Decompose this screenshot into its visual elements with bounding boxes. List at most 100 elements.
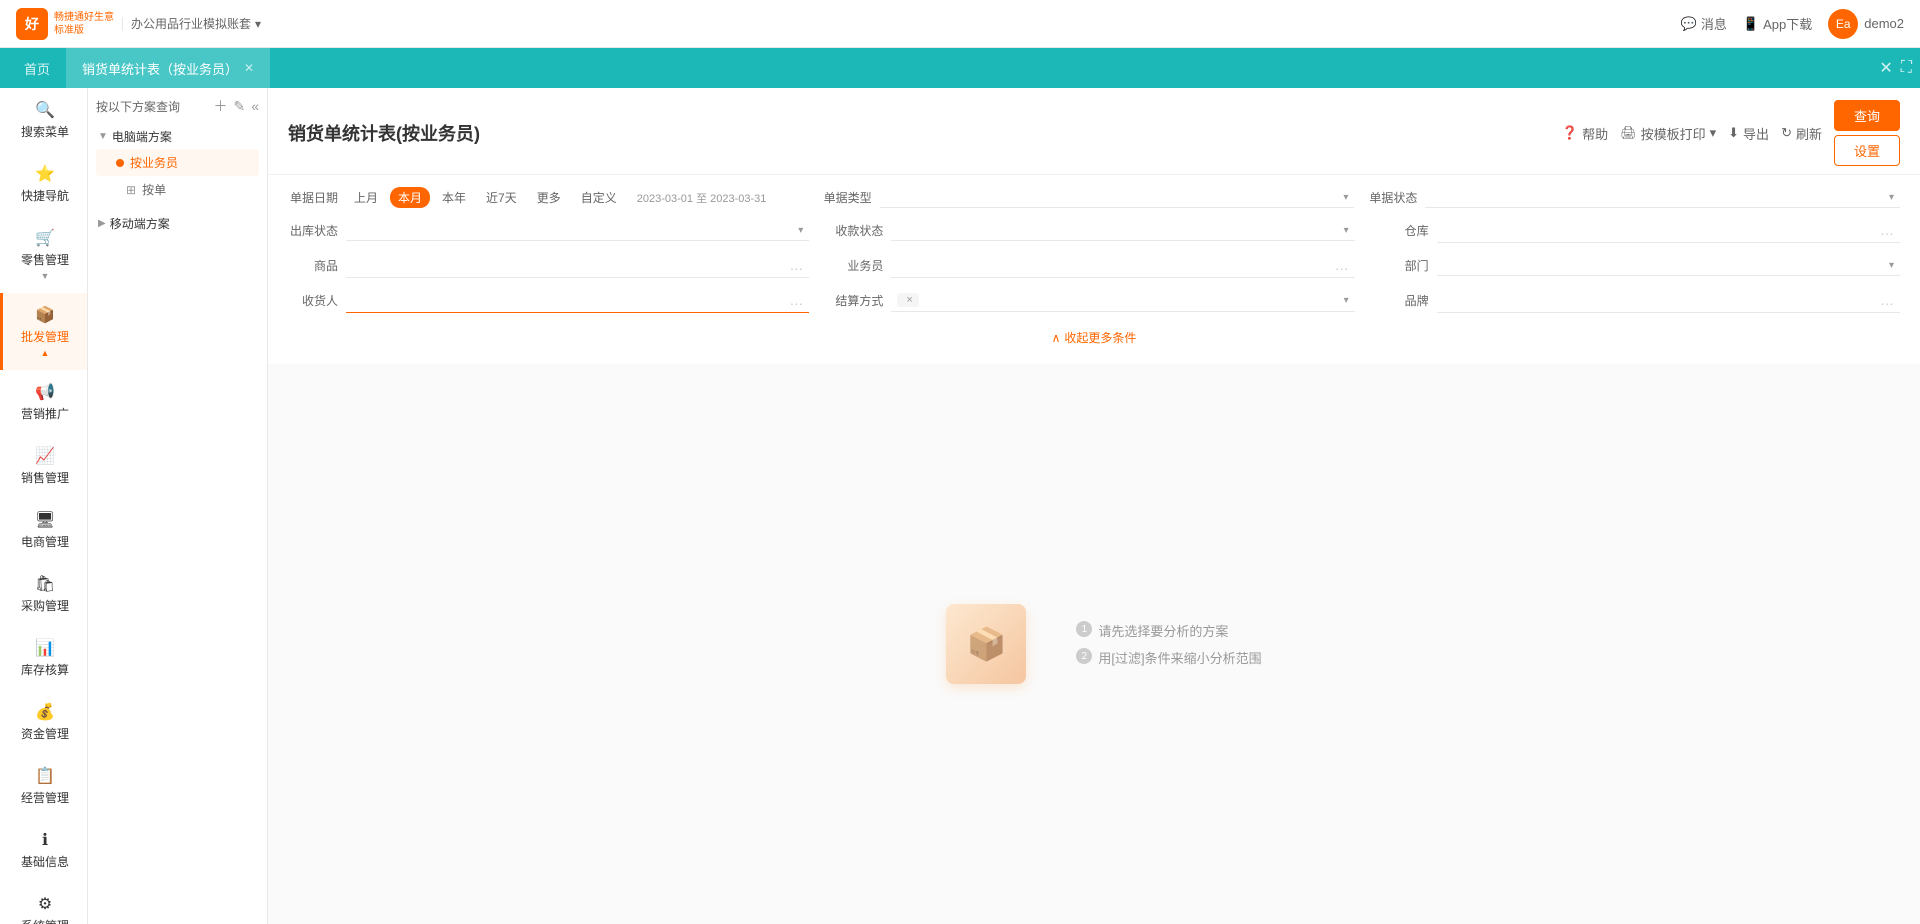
left-panel-actions: ＋ ✎ « <box>213 96 259 116</box>
user-menu[interactable]: Ea demo2 <box>1828 9 1904 39</box>
page-header: 销货单统计表(按业务员) ❓ 帮助 🖨 按模板打印 ▾ ⬇ 导出 <box>268 88 1920 175</box>
scheme-item-by-salesperson[interactable]: 按业务员 <box>96 149 259 176</box>
print-link[interactable]: 🖨 按模板打印 ▾ <box>1620 124 1716 143</box>
sidebar-item-finance[interactable]: 💰 资金管理 <box>0 690 87 754</box>
tab-close-icon[interactable]: ✕ <box>244 61 254 75</box>
collapse-label: 收起更多条件 <box>1064 329 1136 346</box>
help-label: 帮助 <box>1582 124 1608 143</box>
scheme-sub-item-by-order[interactable]: ⊞ 按单 <box>96 176 259 203</box>
print-dropdown-icon[interactable]: ▾ <box>1710 125 1717 141</box>
system-icon: ⚙ <box>38 894 52 914</box>
window-expand-icon[interactable]: ⛶ <box>1901 59 1912 77</box>
export-link[interactable]: ⬇ 导出 <box>1728 124 1769 143</box>
breadcrumb-dropdown-icon[interactable]: ▾ <box>255 17 261 31</box>
goods-dots[interactable]: … <box>789 257 803 273</box>
logo-icon: 好 <box>16 8 48 40</box>
collapse-button[interactable]: ∧ 收起更多条件 <box>1046 323 1143 352</box>
inventory-icon: 📊 <box>35 638 55 658</box>
order-status-select[interactable]: ▾ <box>1425 188 1900 208</box>
top-bar: 好 畅捷通好生意 标准版 办公用品行业模拟账套 ▾ 💬 消息 📱 App下载 E… <box>0 0 1920 48</box>
settings-button[interactable]: 设置 <box>1834 135 1900 166</box>
goods-input[interactable]: … <box>346 253 809 278</box>
date-tab-thismonth[interactable]: 本月 <box>390 187 430 208</box>
settlement-tag-close[interactable]: × <box>906 294 912 306</box>
sidebar-item-ecommerce-label: 电商管理 <box>21 533 69 550</box>
page-actions: ❓ 帮助 🖨 按模板打印 ▾ ⬇ 导出 ↻ 刷新 <box>1562 100 1900 166</box>
date-tab-lastmonth[interactable]: 上月 <box>346 187 386 208</box>
consignee-input[interactable]: … <box>346 288 809 313</box>
tab-report[interactable]: 销货单统计表（按业务员） ✕ <box>66 48 270 88</box>
app-download-link[interactable]: 📱 App下载 <box>1743 14 1812 33</box>
settlement-tag[interactable]: × <box>897 293 918 307</box>
empty-hint-2: 2 用[过滤]条件来缩小分析范围 <box>1076 648 1261 667</box>
brand-dots[interactable]: … <box>1880 292 1894 308</box>
print-icon: 🖨 <box>1620 125 1637 141</box>
settlement-control[interactable]: × ▾ <box>891 289 1354 312</box>
out-status-select[interactable]: ▾ <box>346 221 809 241</box>
date-tab-more[interactable]: 更多 <box>529 187 569 208</box>
warehouse-dots[interactable]: … <box>1880 222 1894 238</box>
message-icon: 💬 <box>1681 16 1697 32</box>
sidebar-item-sales-label: 销售管理 <box>21 469 69 486</box>
collapse-panel-btn[interactable]: « <box>251 98 259 114</box>
sidebar-item-wholesale[interactable]: 📦 批发管理 ▲ <box>0 293 87 370</box>
sidebar-item-sales[interactable]: 📈 销售管理 <box>0 434 87 498</box>
sales-icon: 📈 <box>35 446 55 466</box>
sidebar-item-operations-label: 经营管理 <box>21 789 69 806</box>
top-bar-right: 💬 消息 📱 App下载 Ea demo2 <box>1681 9 1904 39</box>
scheme-group-pc-header[interactable]: ▼ 电脑端方案 <box>96 124 259 149</box>
logo-divider <box>122 17 123 31</box>
sidebar-item-purchase[interactable]: 🛍 采购管理 <box>0 562 87 626</box>
help-link[interactable]: ❓ 帮助 <box>1562 124 1608 143</box>
payment-status-label: 收款状态 <box>833 222 883 239</box>
order-type-label: 单据类型 <box>817 189 872 206</box>
page-title: 销货单统计表(按业务员) <box>288 120 480 146</box>
dept-select[interactable]: ▾ <box>1437 256 1900 276</box>
date-tab-custom[interactable]: 自定义 <box>573 187 625 208</box>
sidebar-item-inventory[interactable]: 📊 库存核算 <box>0 626 87 690</box>
date-tab-7days[interactable]: 近7天 <box>478 187 525 208</box>
sidebar-item-quicknav[interactable]: ⭐ 快捷导航 <box>0 152 87 216</box>
order-type-select[interactable]: ▾ <box>880 188 1355 208</box>
salesperson-input[interactable]: … <box>891 253 1354 278</box>
sidebar-item-operations[interactable]: 📋 经营管理 <box>0 754 87 818</box>
add-scheme-btn[interactable]: ＋ <box>213 96 227 116</box>
brand-input[interactable]: … <box>1437 288 1900 313</box>
window-close-icon[interactable]: ✕ <box>1879 58 1892 78</box>
sidebar-item-ecommerce[interactable]: 🖥 电商管理 <box>0 498 87 562</box>
quicknav-icon: ⭐ <box>35 164 55 184</box>
message-link[interactable]: 💬 消息 <box>1681 14 1727 33</box>
salesperson-dots[interactable]: … <box>1335 257 1349 273</box>
order-status-arrow: ▾ <box>1889 192 1894 203</box>
sidebar-item-marketing[interactable]: 📢 营销推广 <box>0 370 87 434</box>
sidebar-item-basic-info[interactable]: ℹ 基础信息 <box>0 818 87 882</box>
refresh-link[interactable]: ↻ 刷新 <box>1781 124 1822 143</box>
tab-home[interactable]: 首页 <box>8 48 66 88</box>
query-button[interactable]: 查询 <box>1834 100 1900 131</box>
scheme-group-pc: ▼ 电脑端方案 按业务员 ⊞ 按单 <box>96 124 259 203</box>
query-settings-group: 查询 设置 <box>1834 100 1900 166</box>
payment-status-arrow: ▾ <box>1344 225 1349 236</box>
filter-row-date: 单据日期 上月 本月 本年 近7天 更多 自定义 2023-03-01 至 20… <box>288 187 1900 208</box>
user-name: demo2 <box>1864 16 1904 31</box>
payment-status-select[interactable]: ▾ <box>891 221 1354 241</box>
warehouse-input[interactable]: … <box>1437 218 1900 243</box>
sidebar-item-retail[interactable]: 🛒 零售管理 ▼ <box>0 216 87 293</box>
empty-text-area: 1 请先选择要分析的方案 2 用[过滤]条件来缩小分析范围 <box>1076 621 1261 667</box>
help-icon: ❓ <box>1562 125 1578 141</box>
dept-arrow: ▾ <box>1889 260 1894 271</box>
scheme-group-mobile-header[interactable]: ▶ 移动端方案 <box>96 211 259 236</box>
refresh-label: 刷新 <box>1796 124 1822 143</box>
refresh-icon: ↻ <box>1781 125 1792 141</box>
sidebar-item-search[interactable]: 🔍 搜索菜单 <box>0 88 87 152</box>
sidebar-item-system[interactable]: ⚙ 系统管理 <box>0 882 87 924</box>
consignee-dots[interactable]: … <box>789 292 803 308</box>
edit-scheme-btn[interactable]: ✎ <box>233 98 245 115</box>
date-tab-thisyear[interactable]: 本年 <box>434 187 474 208</box>
filter-row-4: 收货人 … 结算方式 × ▾ 品牌 … <box>288 288 1900 313</box>
breadcrumb[interactable]: 办公用品行业模拟账套 ▾ <box>131 15 261 32</box>
sidebar-item-system-label: 系统管理 <box>21 917 69 924</box>
retail-icon: 🛒 <box>35 228 55 248</box>
sub-item-icon: ⊞ <box>126 183 136 197</box>
right-content: 销货单统计表(按业务员) ❓ 帮助 🖨 按模板打印 ▾ ⬇ 导出 <box>268 88 1920 924</box>
